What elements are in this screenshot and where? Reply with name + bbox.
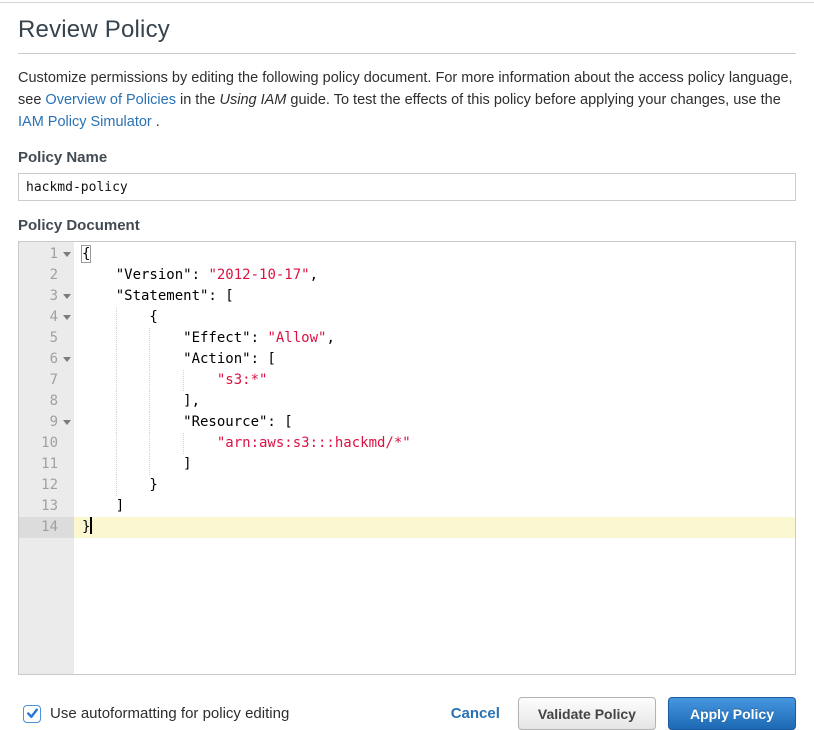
indent-guide	[116, 328, 117, 349]
cancel-link[interactable]: Cancel	[451, 705, 500, 722]
fold-arrow-icon[interactable]	[63, 420, 71, 425]
indent-guide	[116, 433, 117, 454]
iam-policy-simulator-link[interactable]: IAM Policy Simulator	[18, 114, 152, 130]
gutter-line-number: 6	[19, 349, 74, 370]
intro-text-4: .	[152, 114, 160, 130]
gutter-line-number: 1	[19, 244, 74, 265]
indent-guide	[116, 475, 117, 496]
editor-code[interactable]: { "Version": "2012-10-17", "Statement": …	[74, 242, 795, 674]
indent-guide	[149, 349, 150, 370]
footer-bar: Use autoformatting for policy editing Ca…	[18, 697, 796, 730]
indent-guide	[116, 391, 117, 412]
gutter-line-number: 3	[19, 286, 74, 307]
top-divider	[0, 2, 814, 3]
intro-text-3: guide. To test the effects of this polic…	[286, 92, 780, 108]
code-line[interactable]: }	[74, 475, 795, 496]
intro-paragraph: Customize permissions by editing the fol…	[18, 67, 796, 133]
indent-guide	[116, 412, 117, 433]
policy-document-label: Policy Document	[18, 217, 796, 234]
indent-guide	[149, 391, 150, 412]
indent-guide	[116, 349, 117, 370]
fold-arrow-icon[interactable]	[63, 294, 71, 299]
fold-arrow-icon[interactable]	[63, 357, 71, 362]
code-line[interactable]: ],	[74, 391, 795, 412]
text-cursor	[90, 517, 92, 534]
policy-name-input[interactable]	[18, 173, 796, 201]
indent-guide	[116, 370, 117, 391]
fold-arrow-icon[interactable]	[63, 315, 71, 320]
gutter-line-number: 14	[19, 517, 74, 538]
code-line[interactable]: {	[74, 244, 795, 265]
policy-document-editor[interactable]: 1234567891011121314 { "Version": "2012-1…	[18, 241, 796, 675]
policy-name-label: Policy Name	[18, 149, 796, 166]
gutter-line-number: 12	[19, 475, 74, 496]
code-line[interactable]: "s3:*"	[74, 370, 795, 391]
autoformat-checkbox-label[interactable]: Use autoformatting for policy editing	[50, 705, 289, 722]
review-policy-page: Review Policy Customize permissions by e…	[0, 16, 814, 730]
gutter-line-number: 4	[19, 307, 74, 328]
gutter-line-number: 11	[19, 454, 74, 475]
code-line[interactable]: ]	[74, 454, 795, 475]
code-line[interactable]: "Effect": "Allow",	[74, 328, 795, 349]
autoformat-checkbox[interactable]	[23, 705, 41, 723]
autoformat-checkbox-wrap[interactable]: Use autoformatting for policy editing	[18, 705, 289, 723]
intro-text-2: in the	[176, 92, 220, 108]
fold-arrow-icon[interactable]	[63, 252, 71, 257]
checkmark-icon	[26, 707, 39, 720]
code-line[interactable]: "arn:aws:s3:::hackmd/*"	[74, 433, 795, 454]
gutter-line-number: 5	[19, 328, 74, 349]
indent-guide	[149, 328, 150, 349]
gutter-line-number: 13	[19, 496, 74, 517]
apply-policy-button[interactable]: Apply Policy	[668, 697, 796, 730]
code-line[interactable]: }	[74, 517, 795, 538]
indent-guide	[149, 412, 150, 433]
gutter-line-number: 10	[19, 433, 74, 454]
page-title: Review Policy	[18, 16, 796, 44]
code-line[interactable]: "Action": [	[74, 349, 795, 370]
code-line[interactable]: "Version": "2012-10-17",	[74, 265, 795, 286]
gutter-line-number: 2	[19, 265, 74, 286]
indent-guide	[149, 433, 150, 454]
title-divider	[18, 53, 796, 54]
validate-policy-button[interactable]: Validate Policy	[518, 697, 656, 730]
indent-guide	[183, 370, 184, 391]
code-line[interactable]: "Statement": [	[74, 286, 795, 307]
overview-of-policies-link[interactable]: Overview of Policies	[45, 92, 176, 108]
gutter-line-number: 7	[19, 370, 74, 391]
code-line[interactable]: "Resource": [	[74, 412, 795, 433]
indent-guide	[116, 454, 117, 475]
footer-actions: Cancel Validate Policy Apply Policy	[451, 697, 796, 730]
indent-guide	[149, 370, 150, 391]
code-line[interactable]: {	[74, 307, 795, 328]
using-iam-guide-name: Using IAM	[220, 92, 287, 108]
indent-guide	[183, 433, 184, 454]
gutter-line-number: 8	[19, 391, 74, 412]
indent-guide	[116, 307, 117, 328]
editor-gutter: 1234567891011121314	[19, 242, 74, 674]
gutter-line-number: 9	[19, 412, 74, 433]
code-line[interactable]: ]	[74, 496, 795, 517]
indent-guide	[149, 454, 150, 475]
